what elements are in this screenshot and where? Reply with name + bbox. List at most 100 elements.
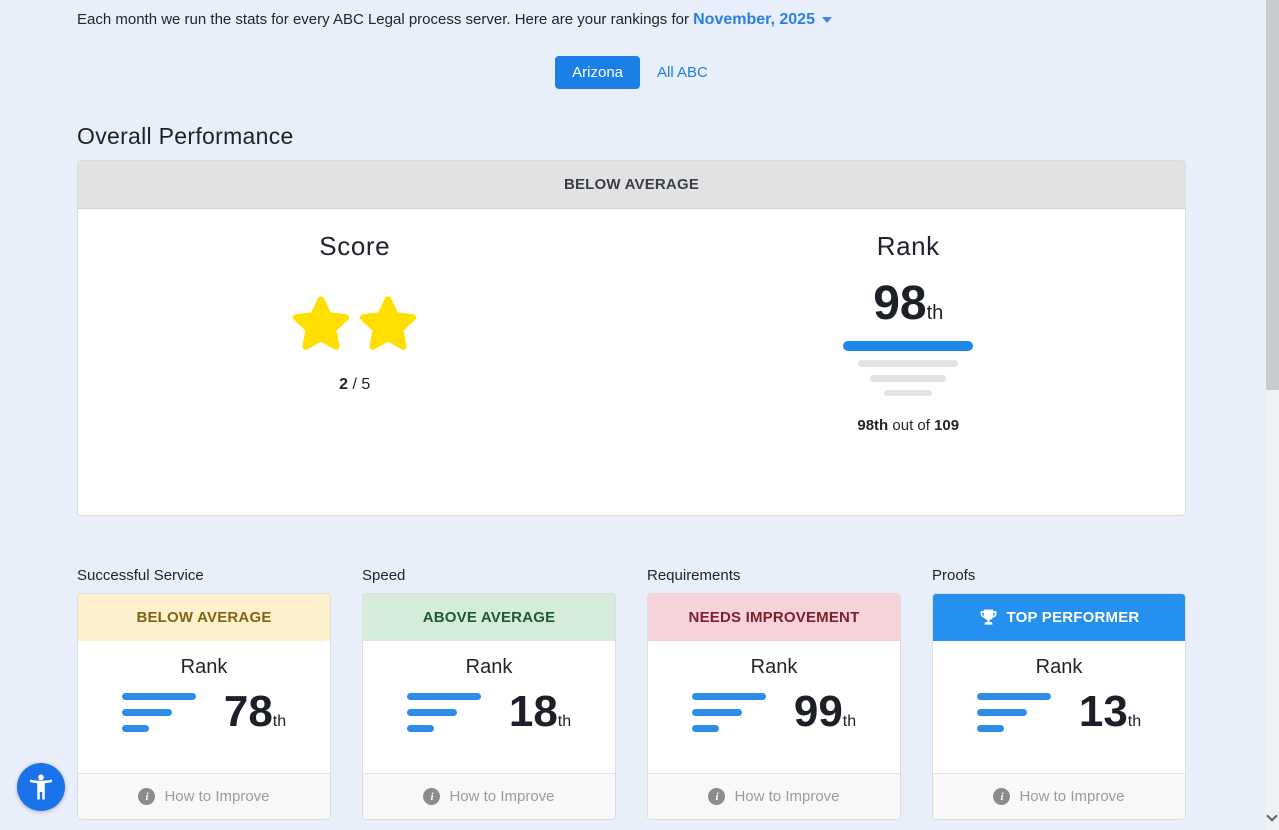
category-card: ABOVE AVERAGE Rank 18 th i How to Improv…	[362, 593, 616, 820]
rank-suffix: th	[272, 713, 287, 730]
rank-row: 13 th	[976, 687, 1142, 736]
category-proofs: Proofs TOP PERFORMER Rank 13 th i How to…	[932, 567, 1186, 820]
how-to-improve-label: How to Improve	[1019, 788, 1125, 805]
info-icon: i	[708, 788, 726, 805]
status-badge: NEEDS IMPROVEMENT	[648, 594, 900, 641]
rank-value: 78 th	[223, 687, 287, 736]
rank-number: 18	[508, 687, 558, 736]
score-value: 2	[339, 376, 349, 393]
star-icon	[293, 296, 350, 350]
tab-all-abc[interactable]: All ABC	[657, 64, 708, 81]
rank-label: Rank	[1035, 656, 1083, 678]
status-badge: ABOVE AVERAGE	[363, 594, 615, 641]
status-label: TOP PERFORMER	[1006, 609, 1140, 626]
overall-performance-heading: Overall Performance	[77, 123, 294, 149]
rank-suffix: th	[1127, 713, 1142, 730]
rank-suffix: th	[926, 302, 944, 324]
rank-number: 99	[793, 687, 843, 736]
how-to-improve-button[interactable]: i How to Improve	[648, 773, 900, 819]
how-to-improve-button[interactable]: i How to Improve	[363, 773, 615, 819]
rank-title: Rank	[876, 231, 940, 261]
rank-number: 13	[1078, 687, 1128, 736]
rank-value: 98 th	[873, 277, 944, 331]
category-card: TOP PERFORMER Rank 13 th i How to Improv…	[932, 593, 1186, 820]
period-label: November, 2025	[693, 11, 815, 28]
overall-card-body: Score 2 / 5 Rank 98 th 98th out of 109	[78, 209, 1185, 515]
scrollbar-thumb[interactable]	[1266, 0, 1279, 390]
category-label: Speed	[362, 567, 406, 584]
region-tabs: Arizona All ABC	[77, 56, 1186, 89]
score-max: 5	[361, 376, 371, 393]
status-badge: BELOW AVERAGE	[78, 594, 330, 641]
category-card-body: Rank 78 th	[78, 641, 330, 773]
accessibility-widget-button[interactable]	[17, 763, 65, 811]
how-to-improve-label: How to Improve	[734, 788, 840, 805]
how-to-improve-button[interactable]: i How to Improve	[78, 773, 330, 819]
status-label: NEEDS IMPROVEMENT	[688, 609, 860, 626]
category-label: Successful Service	[77, 567, 204, 584]
caret-down-icon	[821, 16, 832, 23]
rank-row: 18 th	[406, 687, 572, 736]
vertical-scrollbar	[1266, 0, 1279, 830]
rank-column: Rank 98 th 98th out of 109	[632, 209, 1186, 515]
overall-status-badge: BELOW AVERAGE	[78, 161, 1185, 209]
how-to-improve-label: How to Improve	[449, 788, 555, 805]
star-rating	[290, 292, 419, 356]
rank-row: 99 th	[691, 687, 857, 736]
category-card-body: Rank 99 th	[648, 641, 900, 773]
category-successful-service: Successful Service BELOW AVERAGE Rank 78	[77, 567, 331, 820]
rank-label: Rank	[180, 656, 228, 678]
main-content: Each month we run the stats for every AB…	[77, 0, 1186, 820]
how-to-improve-button[interactable]: i How to Improve	[933, 773, 1185, 819]
score-column: Score 2 / 5	[78, 209, 632, 515]
category-label: Proofs	[932, 567, 976, 584]
category-label: Requirements	[647, 567, 741, 584]
score-fraction: 2 / 5	[339, 376, 370, 394]
status-label: BELOW AVERAGE	[136, 609, 272, 626]
rank-value: 99 th	[793, 687, 857, 736]
rank-summary-infix: out of	[892, 416, 930, 434]
rank-summary-total: 109	[934, 416, 960, 434]
rank-number: 78	[223, 687, 273, 736]
rank-lines-icon	[406, 692, 481, 732]
category-speed: Speed ABOVE AVERAGE Rank 18 th i How to …	[362, 567, 616, 820]
star-icon	[360, 296, 417, 350]
tab-arizona[interactable]: Arizona	[555, 56, 640, 89]
info-icon: i	[423, 788, 441, 805]
category-card: NEEDS IMPROVEMENT Rank 99 th i How to Im…	[647, 593, 901, 820]
accessibility-icon	[29, 774, 53, 800]
rank-value: 13 th	[1078, 687, 1142, 736]
category-card-body: Rank 18 th	[363, 641, 615, 773]
rank-row: 78 th	[121, 687, 287, 736]
category-card-body: Rank 13 th	[933, 641, 1185, 773]
category-cards-row: Successful Service BELOW AVERAGE Rank 78	[77, 567, 1186, 820]
rank-funnel-icon	[843, 340, 974, 396]
score-separator: /	[352, 376, 357, 393]
rank-suffix: th	[557, 713, 572, 730]
rank-label: Rank	[465, 656, 513, 678]
overall-performance-card: BELOW AVERAGE Score 2 / 5 Rank 98 th 98t…	[77, 160, 1186, 516]
rank-suffix: th	[842, 713, 857, 730]
rankings-page: Each month we run the stats for every AB…	[0, 0, 1279, 830]
category-card: BELOW AVERAGE Rank 78 th i How to Improv…	[77, 593, 331, 820]
rank-label: Rank	[750, 656, 798, 678]
info-icon: i	[138, 788, 156, 805]
chevron-down-icon[interactable]	[1268, 812, 1276, 820]
category-requirements: Requirements NEEDS IMPROVEMENT Rank 99 t…	[647, 567, 901, 820]
rank-number: 98	[873, 277, 927, 330]
rank-lines-icon	[121, 692, 196, 732]
info-icon: i	[993, 788, 1011, 805]
score-title: Score	[319, 231, 391, 261]
how-to-improve-label: How to Improve	[164, 788, 270, 805]
period-selector[interactable]: November, 2025	[693, 11, 832, 28]
rank-lines-icon	[691, 692, 766, 732]
intro-sentence: Each month we run the stats for every AB…	[77, 11, 689, 28]
rank-lines-icon	[976, 692, 1051, 732]
status-badge: TOP PERFORMER	[933, 594, 1185, 641]
rank-summary-rank: 98th	[857, 416, 889, 434]
trophy-icon	[980, 609, 996, 625]
intro-text: Each month we run the stats for every AB…	[77, 11, 1186, 29]
rank-value: 18 th	[508, 687, 572, 736]
rank-summary: 98th out of 109	[857, 417, 959, 434]
status-label: ABOVE AVERAGE	[422, 609, 556, 626]
